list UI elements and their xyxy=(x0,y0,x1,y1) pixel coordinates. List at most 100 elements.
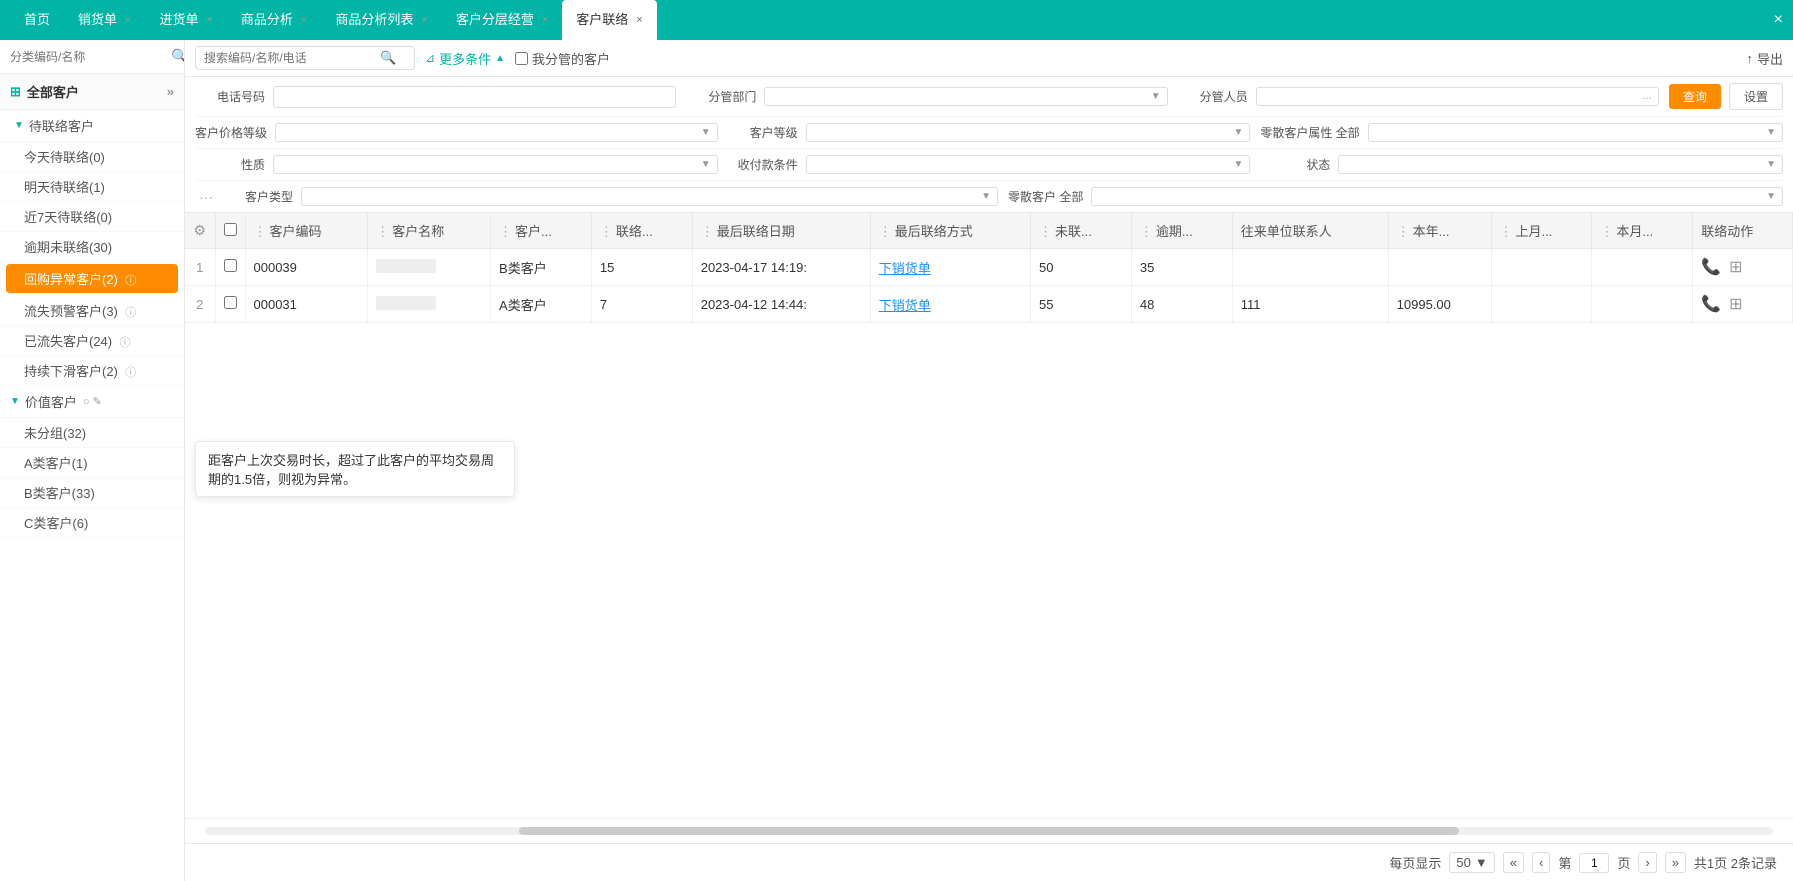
row2-detail-icon[interactable]: ⊞ xyxy=(1729,294,1742,314)
query-button[interactable]: 查询 xyxy=(1669,84,1721,109)
nav-sales-order[interactable]: 销货单 × xyxy=(64,0,145,40)
sort-icon-contact[interactable]: ⋮ xyxy=(600,224,613,239)
row1-last-month xyxy=(1491,249,1592,286)
settings-button[interactable]: 设置 xyxy=(1729,83,1783,110)
sort-icon-lmonth[interactable]: ⋮ xyxy=(1500,224,1513,239)
export-button[interactable]: ↑ 导出 xyxy=(1746,49,1783,68)
sort-icon-code[interactable]: ⋮ xyxy=(254,224,267,239)
dept-label: 分管部门 xyxy=(686,88,756,105)
manager-select[interactable]: … xyxy=(1256,87,1659,106)
nav-close-segment[interactable]: × xyxy=(542,0,548,40)
sidebar-item-repurchase-anomaly[interactable]: 回购异常客户(2) ⓘ xyxy=(6,264,178,294)
price-level-select[interactable]: ▼ xyxy=(275,123,718,142)
nav-close-product-list[interactable]: × xyxy=(421,0,427,40)
nav-close-purchase[interactable]: × xyxy=(206,0,212,40)
sidebar-item-overdue[interactable]: 逾期未联络(30) xyxy=(0,232,184,262)
page-label: 第 xyxy=(1558,853,1571,872)
table-area[interactable]: ⚙ ⋮客户编码 ⋮客户名称 ⋮ xyxy=(185,213,1793,818)
status-select[interactable]: ▼ xyxy=(1338,155,1783,174)
my-customer-checkbox-area[interactable]: 我分管的客户 xyxy=(515,49,610,68)
filter-more-button[interactable]: ⊿ 更多条件 ▲ xyxy=(425,49,505,68)
header-checkbox[interactable] xyxy=(224,223,237,236)
scrollbar-thumb[interactable] xyxy=(519,827,1460,835)
page-input[interactable] xyxy=(1579,853,1609,873)
row1-checkbox[interactable] xyxy=(224,259,237,272)
horizontal-scrollbar[interactable] xyxy=(205,827,1773,835)
row1-phone-icon[interactable]: 📞 xyxy=(1701,257,1721,277)
customer-type-select[interactable]: ▼ xyxy=(301,187,998,206)
window-close-button[interactable]: × xyxy=(1774,11,1783,29)
row1-contact: 15 xyxy=(591,249,692,286)
customer-table: ⚙ ⋮客户编码 ⋮客户名称 ⋮ xyxy=(185,213,1793,323)
retail-select[interactable]: ▼ xyxy=(1091,187,1783,206)
sidebar-item-loss-warning[interactable]: 流失预警客户(3) ⓘ xyxy=(0,296,184,326)
sidebar-item-declining[interactable]: 持续下滑客户(2) ⓘ xyxy=(0,356,184,386)
phone-input[interactable] xyxy=(273,86,676,108)
retail-attr-select[interactable]: ▼ xyxy=(1368,123,1783,142)
row1-code: 000039 xyxy=(245,249,368,286)
nav-purchase-order[interactable]: 进货单 × xyxy=(145,0,226,40)
next-page-button[interactable]: › xyxy=(1638,852,1656,873)
prev-page-button[interactable]: ‹ xyxy=(1532,852,1550,873)
nature-select[interactable]: ▼ xyxy=(273,155,718,174)
nav-close-sales[interactable]: × xyxy=(125,0,131,40)
type-caret: ▼ xyxy=(981,191,991,202)
sidebar-group-value[interactable]: ▼ 价值客户 ○ ✎ xyxy=(0,386,184,418)
sidebar-group-pending[interactable]: ▼ 待联络客户 xyxy=(0,110,184,142)
sort-icon-overdue[interactable]: ⋮ xyxy=(1140,224,1153,239)
nav-customer-contact[interactable]: 客户联络 × xyxy=(562,0,656,40)
sidebar-item-class-c[interactable]: C类客户(6) xyxy=(0,508,184,538)
per-page-select[interactable]: 50 ▼ xyxy=(1449,852,1494,873)
sidebar-item-ungrouped[interactable]: 未分组(32) xyxy=(0,418,184,448)
filter-search-icon[interactable]: 🔍 xyxy=(380,50,396,66)
nav-product-analysis[interactable]: 商品分析 × xyxy=(227,0,321,40)
sidebar-all-customers[interactable]: ⊞ 全部客户 » xyxy=(0,74,184,110)
sort-icon-type[interactable]: ⋮ xyxy=(499,224,512,239)
sidebar-item-class-b[interactable]: B类客户(33) xyxy=(0,478,184,508)
row1-method-link[interactable]: 下销货单 xyxy=(879,261,931,276)
sort-icon-name[interactable]: ⋮ xyxy=(376,224,389,239)
dept-select[interactable]: ▼ xyxy=(764,87,1167,106)
status-caret: ▼ xyxy=(1766,159,1776,170)
sidebar-search-icon[interactable]: 🔍 xyxy=(171,48,185,65)
col-code: ⋮客户编码 xyxy=(245,213,368,249)
settings-icon[interactable]: ⚙ xyxy=(193,222,206,238)
sort-icon-unread[interactable]: ⋮ xyxy=(1039,224,1052,239)
sidebar-item-tomorrow[interactable]: 明天待联络(1) xyxy=(0,172,184,202)
nav-close-contact[interactable]: × xyxy=(636,0,642,40)
last-page-button[interactable]: » xyxy=(1665,852,1686,873)
sidebar-item-lost[interactable]: 已流失客户(24) ⓘ xyxy=(0,326,184,356)
my-customer-checkbox[interactable] xyxy=(515,52,528,65)
customer-level-select[interactable]: ▼ xyxy=(806,123,1251,142)
nav-close-product-analysis[interactable]: × xyxy=(301,0,307,40)
sidebar-item-class-a[interactable]: A类客户(1) xyxy=(0,448,184,478)
sidebar-item-7days[interactable]: 近7天待联络(0) xyxy=(0,202,184,232)
row2-phone-icon[interactable]: 📞 xyxy=(1701,294,1721,314)
filter-search-input[interactable] xyxy=(204,51,374,65)
nav-customer-segment[interactable]: 客户分层经营 × xyxy=(442,0,562,40)
row2-name-blur xyxy=(376,296,436,310)
sidebar-item-today[interactable]: 今天待联络(0) xyxy=(0,142,184,172)
sidebar-collapse-button[interactable]: » xyxy=(167,84,174,99)
sort-icon-date[interactable]: ⋮ xyxy=(701,224,714,239)
sidebar-search-input[interactable] xyxy=(10,50,165,64)
payment-select[interactable]: ▼ xyxy=(806,155,1251,174)
nav-product-analysis-list[interactable]: 商品分析列表 × xyxy=(321,0,441,40)
row2-checkbox[interactable] xyxy=(224,296,237,309)
sort-icon-tmonth[interactable]: ⋮ xyxy=(1600,224,1613,239)
row2-method-link[interactable]: 下销货单 xyxy=(879,298,931,313)
retail-attr-label: 零散客户属性 全部 xyxy=(1260,124,1359,141)
filter-cell-nature: 性质 ▼ xyxy=(195,155,718,174)
row1-detail-icon[interactable]: ⊞ xyxy=(1729,257,1742,277)
first-page-button[interactable]: « xyxy=(1503,852,1524,873)
more-dots[interactable]: ··· xyxy=(199,189,213,205)
filter-cell-customer-type: 客户类型 ▼ xyxy=(223,187,998,206)
sort-icon-year[interactable]: ⋮ xyxy=(1397,224,1410,239)
sort-icon-method[interactable]: ⋮ xyxy=(879,224,892,239)
row2-no: 2 xyxy=(185,286,215,323)
filter-cell-status: 状态 ▼ xyxy=(1260,155,1783,174)
nav-home[interactable]: 首页 xyxy=(10,0,64,40)
price-caret: ▼ xyxy=(701,127,711,138)
row1-type: B类客户 xyxy=(491,249,592,286)
edit-icon-value[interactable]: ○ ✎ xyxy=(83,395,102,408)
